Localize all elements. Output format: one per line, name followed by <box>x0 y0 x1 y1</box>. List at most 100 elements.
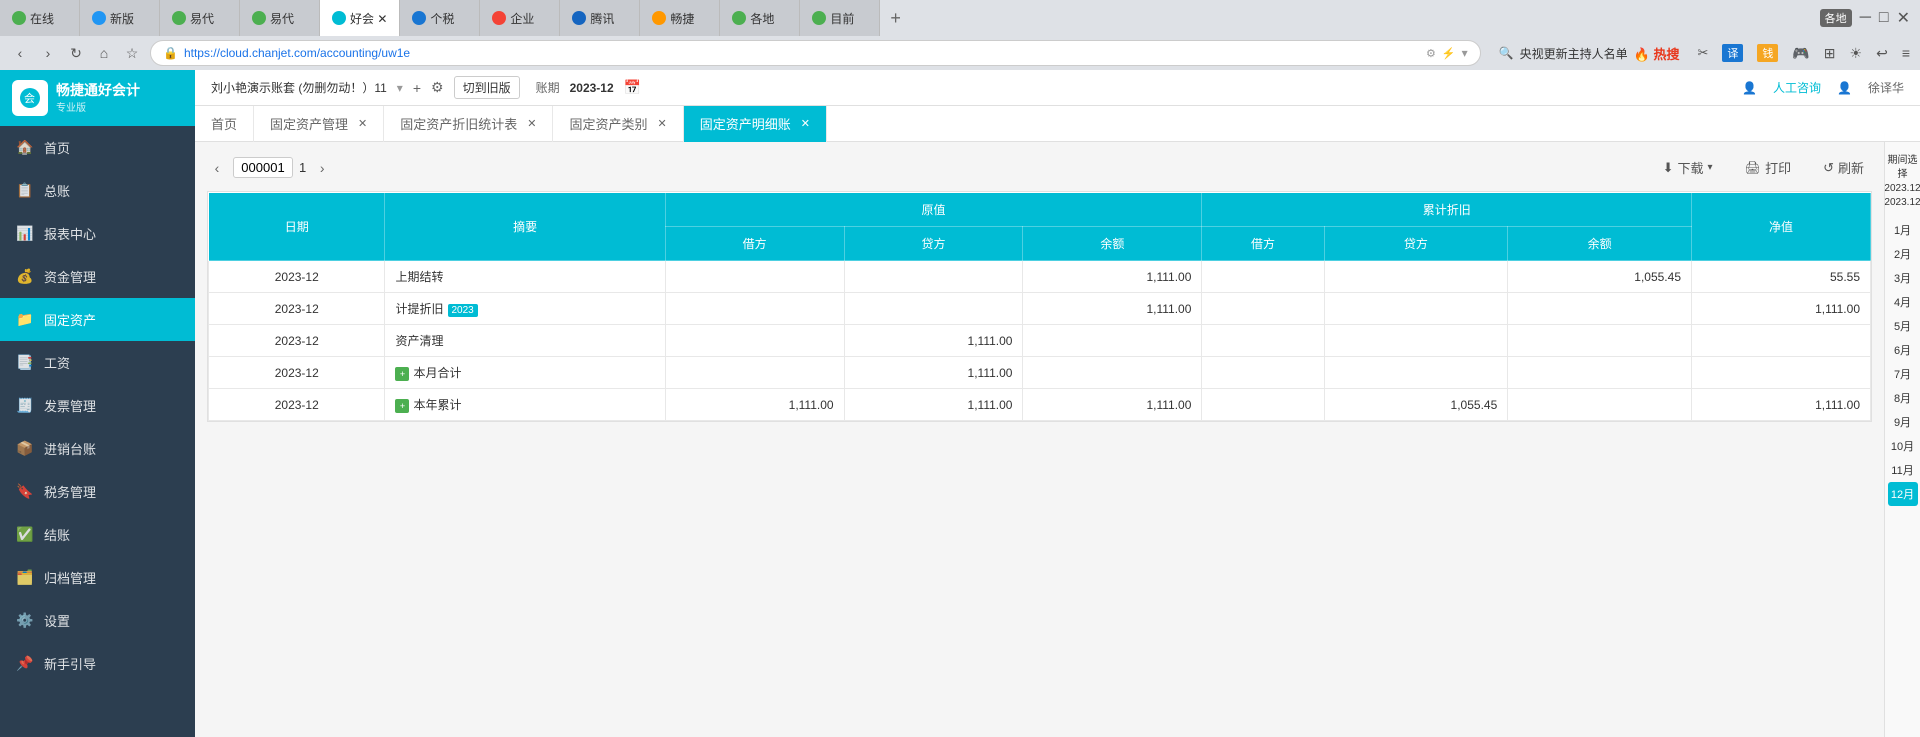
month-item-11月[interactable]: 11月 <box>1888 458 1918 482</box>
page-tab-close-1[interactable]: ✕ <box>358 117 367 130</box>
month-item-5月[interactable]: 5月 <box>1888 314 1918 338</box>
print-button[interactable]: 🖨 打印 <box>1737 154 1800 181</box>
nav-icon-12: 📌 <box>16 655 34 673</box>
logo-app-sub: 专业版 <box>56 99 140 114</box>
browser-tab-10[interactable]: 目前 <box>800 0 880 36</box>
sidebar-item-6[interactable]: 🧾发票管理 <box>0 384 195 427</box>
browser-tab-5[interactable]: 个税 <box>400 0 480 36</box>
sidebar-item-1[interactable]: 📋总账 <box>0 169 195 212</box>
logo-text-container: 畅捷通好会计 专业版 <box>56 82 140 114</box>
browser-tab-3[interactable]: 易代 <box>240 0 320 36</box>
dropdown-arrow-icon[interactable]: ▾ <box>397 81 403 95</box>
sidebar-item-2[interactable]: 📊报表中心 <box>0 212 195 255</box>
col-orig-credit: 贷方 <box>844 227 1023 261</box>
download-button[interactable]: ⬇ 下载 ▾ <box>1655 154 1721 181</box>
address-lightning-icon: ⚡ <box>1442 47 1456 60</box>
address-bar: ‹ › ↻ ⌂ ☆ 🔒 https://cloud.chanjet.com/ac… <box>0 36 1920 70</box>
tab-label-8: 畅捷 <box>670 10 694 27</box>
month-item-1月[interactable]: 1月 <box>1888 218 1918 242</box>
browser-tab-1[interactable]: 新版 <box>80 0 160 36</box>
browser-tab-9[interactable]: 各地 <box>720 0 800 36</box>
menu-icon[interactable]: ≡ <box>1902 45 1910 61</box>
brightness-icon[interactable]: ☀ <box>1850 45 1863 62</box>
home-button[interactable]: ⌂ <box>94 43 114 63</box>
month-item-3月[interactable]: 3月 <box>1888 266 1918 290</box>
month-item-4月[interactable]: 4月 <box>1888 290 1918 314</box>
sidebar-item-3[interactable]: 💰资金管理 <box>0 255 195 298</box>
sidebar-item-8[interactable]: 🔖税务管理 <box>0 470 195 513</box>
url-text: https://cloud.chanjet.com/accounting/uw1… <box>184 46 1420 60</box>
month-item-7月[interactable]: 7月 <box>1888 362 1918 386</box>
ledger-table: 日期 摘要 原值 累计折旧 净值 借方 贷方 余额 借方 <box>208 192 1871 421</box>
month-item-12月[interactable]: 12月 <box>1888 482 1918 506</box>
page-tab-3[interactable]: 固定资产类别✕ <box>553 106 683 142</box>
new-tab-button[interactable]: + <box>880 0 911 36</box>
settings-small-icon[interactable]: ⚙ <box>431 79 444 96</box>
wallet-icon[interactable]: 钱 <box>1757 44 1778 62</box>
nav-icon-11: ⚙️ <box>16 612 34 630</box>
search-icon: 🔍 <box>1499 46 1514 60</box>
game-icon[interactable]: 🎮 <box>1792 45 1809 62</box>
service-label[interactable]: 人工咨询 <box>1773 79 1821 96</box>
month-item-6月[interactable]: 6月 <box>1888 338 1918 362</box>
browser-tools: ✂ 译 钱 🎮 ⊞ ☀ ↩ ≡ <box>1697 44 1910 62</box>
undo-icon[interactable]: ↩ <box>1876 45 1888 62</box>
service-icon[interactable]: 👤 <box>1742 81 1757 95</box>
prev-page-button[interactable]: ‹ <box>207 158 227 178</box>
sidebar-item-10[interactable]: 🗂️归档管理 <box>0 556 195 599</box>
close-window-icon[interactable]: ✕ <box>1897 8 1910 28</box>
page-tab-1[interactable]: 固定资产管理✕ <box>254 106 384 142</box>
month-item-8月[interactable]: 8月 <box>1888 386 1918 410</box>
cell-orig-credit-1 <box>844 293 1023 325</box>
col-dep-credit: 贷方 <box>1324 227 1508 261</box>
browser-tab-0[interactable]: 在线 <box>0 0 80 36</box>
sidebar-item-11[interactable]: ⚙️设置 <box>0 599 195 642</box>
grid-icon[interactable]: ⊞ <box>1824 45 1836 62</box>
translate-icon[interactable]: 译 <box>1722 44 1743 62</box>
user-avatar-icon[interactable]: 👤 <box>1837 81 1852 95</box>
tab-label-1: 新版 <box>110 10 134 27</box>
browser-tab-6[interactable]: 企业 <box>480 0 560 36</box>
month-item-10月[interactable]: 10月 <box>1888 434 1918 458</box>
sidebar-item-12[interactable]: 📌新手引导 <box>0 642 195 685</box>
address-dropdown-icon[interactable]: ▾ <box>1462 46 1468 60</box>
restore-icon[interactable]: □ <box>1879 9 1889 27</box>
minimize-icon[interactable]: ─ <box>1860 9 1871 27</box>
calendar-icon[interactable]: 📅 <box>624 79 641 96</box>
cut-icon[interactable]: ✂ <box>1697 45 1708 61</box>
add-account-icon[interactable]: + <box>413 80 421 96</box>
tab-favicon-5 <box>412 11 426 25</box>
month-item-2月[interactable]: 2月 <box>1888 242 1918 266</box>
page-tab-0[interactable]: 首页 <box>195 106 254 142</box>
page-tab-close-2[interactable]: ✕ <box>527 117 536 130</box>
browser-tab-4[interactable]: 好会 ✕ <box>320 0 400 36</box>
address-input[interactable]: 🔒 https://cloud.chanjet.com/accounting/u… <box>150 40 1481 66</box>
back-button[interactable]: ‹ <box>10 43 30 63</box>
forward-button[interactable]: › <box>38 43 58 63</box>
reload-button[interactable]: ↻ <box>66 43 86 63</box>
hot-search-label[interactable]: 🔥 热搜 <box>1634 44 1680 63</box>
page-tab-2[interactable]: 固定资产折旧统计表✕ <box>384 106 553 142</box>
sidebar-item-0[interactable]: 🏠首页 <box>0 126 195 169</box>
sidebar-item-4[interactable]: 📁固定资产 <box>0 298 195 341</box>
page-tab-4[interactable]: 固定资产明细账✕ <box>684 106 827 142</box>
browser-tab-8[interactable]: 畅捷 <box>640 0 720 36</box>
nav-icon-7: 📦 <box>16 440 34 458</box>
bookmark-button[interactable]: ☆ <box>122 43 142 63</box>
sidebar-item-5[interactable]: 📑工资 <box>0 341 195 384</box>
page-number-input[interactable]: 000001 <box>233 157 293 178</box>
next-page-button[interactable]: › <box>312 158 332 178</box>
nav-label-10: 归档管理 <box>44 568 96 587</box>
page-tab-close-3[interactable]: ✕ <box>658 117 667 130</box>
browser-tab-2[interactable]: 易代 <box>160 0 240 36</box>
download-dropdown-icon: ▾ <box>1708 162 1713 173</box>
browser-tab-7[interactable]: 腾讯 <box>560 0 640 36</box>
refresh-button[interactable]: ↺ 刷新 <box>1815 154 1872 181</box>
switch-version-button[interactable]: 切到旧版 <box>454 76 520 99</box>
month-item-9月[interactable]: 9月 <box>1888 410 1918 434</box>
nav-icon-6: 🧾 <box>16 397 34 415</box>
sidebar-item-9[interactable]: ✅结账 <box>0 513 195 556</box>
sidebar-item-7[interactable]: 📦进销台账 <box>0 427 195 470</box>
page-tab-close-4[interactable]: ✕ <box>801 117 810 130</box>
selected-dates: 2023.122023.12 <box>1884 182 1920 210</box>
